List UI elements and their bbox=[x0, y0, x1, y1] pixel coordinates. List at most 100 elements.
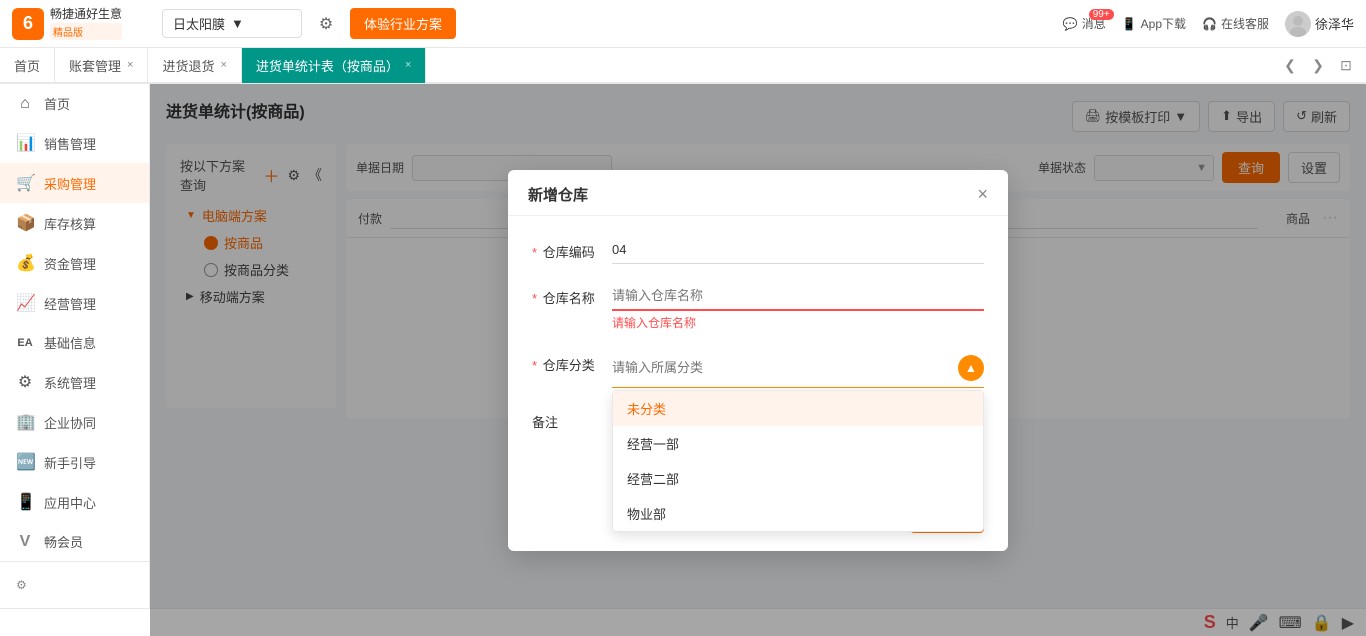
sidebar-label-operation: 经营管理 bbox=[44, 294, 96, 313]
sidebar-label-system: 系统管理 bbox=[44, 373, 96, 392]
enterprise-icon: 🏢 bbox=[16, 412, 34, 432]
online-service[interactable]: 🎧 在线客服 bbox=[1202, 15, 1269, 32]
sidebar-label-newbie: 新手引导 bbox=[44, 453, 96, 472]
tab-next-icon[interactable]: ❯ bbox=[1306, 53, 1330, 77]
phone-icon: 📱 bbox=[1122, 17, 1137, 31]
dropdown-item-0[interactable]: 未分类 bbox=[613, 391, 983, 426]
message-notif[interactable]: 💬 消息 99+ bbox=[1063, 15, 1106, 32]
sidebar-item-system[interactable]: ⚙ 系统管理 bbox=[0, 362, 149, 402]
dropdown-item-2[interactable]: 经营二部 bbox=[613, 461, 983, 496]
sidebar-label-purchase: 采购管理 bbox=[44, 174, 96, 193]
category-dropdown: 未分类 经营一部 经营二部 物业部 bbox=[612, 390, 984, 532]
warehouse-name-error: 请输入仓库名称 bbox=[612, 314, 984, 331]
avatar bbox=[1285, 11, 1311, 37]
logo-badge: 精品版 bbox=[50, 23, 122, 40]
sidebar-label-home: 首页 bbox=[44, 94, 70, 113]
sidebar-item-sales[interactable]: 📊 销售管理 bbox=[0, 123, 149, 163]
modal-dialog: 新增仓库 × * 仓库编码 bbox=[508, 170, 1008, 551]
warehouse-code-control bbox=[612, 236, 984, 264]
warehouse-cat-control: ▲ 未分类 经营一部 经营二部 物业部 bbox=[612, 349, 984, 388]
tab-account[interactable]: 账套管理 × bbox=[55, 47, 148, 83]
sidebar-label-finance: 资金管理 bbox=[44, 254, 96, 273]
settings-bottom-icon: ⚙ bbox=[16, 578, 27, 592]
form-row-code: * 仓库编码 bbox=[532, 236, 984, 264]
basic-icon: EA bbox=[16, 337, 34, 349]
sidebar-label-sales: 销售管理 bbox=[44, 134, 96, 153]
purchase-icon: 🛒 bbox=[16, 173, 34, 193]
sidebar-item-home[interactable]: ⌂ 首页 bbox=[0, 84, 149, 123]
warehouse-name-label: * 仓库名称 bbox=[532, 282, 612, 307]
sidebar-item-member[interactable]: V 畅会员 bbox=[0, 522, 149, 561]
try-industry-button[interactable]: 体验行业方案 bbox=[350, 8, 456, 39]
select-up-arrow-icon[interactable]: ▲ bbox=[958, 355, 984, 381]
sidebar-label-app-center: 应用中心 bbox=[44, 493, 96, 512]
close-icon[interactable]: × bbox=[405, 59, 411, 71]
modal-title: 新增仓库 bbox=[528, 184, 588, 205]
settings-icon[interactable]: ⚙ bbox=[310, 8, 342, 40]
sidebar-item-basic[interactable]: EA 基础信息 bbox=[0, 323, 149, 362]
search-select[interactable]: 日太阳膜 ▼ bbox=[162, 9, 302, 38]
app-download-label: App下载 bbox=[1141, 15, 1186, 32]
chevron-down-icon: ▼ bbox=[231, 16, 244, 31]
note-label: 备注 bbox=[532, 406, 612, 431]
tab-bar: 首页 账套管理 × 进货退货 × 进货单统计表（按商品） × ❮ ❯ ⊡ bbox=[0, 48, 1366, 84]
sidebar-item-newbie[interactable]: 🆕 新手引导 bbox=[0, 442, 149, 482]
modal-header: 新增仓库 × bbox=[508, 170, 1008, 216]
online-service-label: 在线客服 bbox=[1221, 15, 1269, 32]
logo-area: 6 畅捷通好生意 精品版 bbox=[12, 7, 162, 40]
warehouse-cat-label: * 仓库分类 bbox=[532, 349, 612, 374]
logo-name: 畅捷通好生意 bbox=[50, 7, 122, 23]
tab-right-controls: ❮ ❯ ⊡ bbox=[1278, 53, 1366, 77]
tab-prev-icon[interactable]: ❮ bbox=[1278, 53, 1302, 77]
sidebar-item-operation[interactable]: 📈 经营管理 bbox=[0, 283, 149, 323]
warehouse-name-control: 请输入仓库名称 bbox=[612, 282, 984, 331]
content-area: 进货单统计(按商品) 🖨 按模板打印 ▼ ⬆ 导出 ↺ 刷新 bbox=[150, 84, 1366, 636]
sidebar-settings[interactable]: ⚙ bbox=[0, 570, 149, 600]
header-search: 日太阳膜 ▼ ⚙ 体验行业方案 bbox=[162, 8, 1063, 40]
member-icon: V bbox=[16, 533, 34, 551]
sidebar-item-finance[interactable]: 💰 资金管理 bbox=[0, 243, 149, 283]
warehouse-name-input[interactable] bbox=[612, 282, 984, 311]
sidebar-item-enterprise[interactable]: 🏢 企业协同 bbox=[0, 402, 149, 442]
sidebar-item-app-center[interactable]: 📱 应用中心 bbox=[0, 482, 149, 522]
operation-icon: 📈 bbox=[16, 293, 34, 313]
tab-purchase-return[interactable]: 进货退货 × bbox=[148, 47, 241, 83]
search-text: 日太阳膜 bbox=[173, 14, 225, 33]
modal-body: * 仓库编码 * 仓库名称 bbox=[508, 216, 1008, 480]
top-header: 6 畅捷通好生意 精品版 日太阳膜 ▼ ⚙ 体验行业方案 💬 消息 99+ 📱 … bbox=[0, 0, 1366, 48]
app-download[interactable]: 📱 App下载 bbox=[1122, 15, 1186, 32]
dropdown-item-1[interactable]: 经营一部 bbox=[613, 426, 983, 461]
header-right: 💬 消息 99+ 📱 App下载 🎧 在线客服 徐泽华 bbox=[1063, 11, 1354, 37]
warehouse-cat-input[interactable] bbox=[612, 360, 958, 375]
sidebar-label-enterprise: 企业协同 bbox=[44, 413, 96, 432]
message-icon: 💬 bbox=[1063, 17, 1078, 31]
close-icon[interactable]: × bbox=[220, 59, 226, 71]
tab-home[interactable]: 首页 bbox=[0, 47, 55, 83]
newbie-icon: 🆕 bbox=[16, 452, 34, 472]
finance-icon: 💰 bbox=[16, 253, 34, 273]
inventory-icon: 📦 bbox=[16, 213, 34, 233]
tab-expand-icon[interactable]: ⊡ bbox=[1334, 53, 1358, 77]
tab-purchase-stats[interactable]: 进货单统计表（按商品） × bbox=[242, 47, 426, 83]
sidebar-item-inventory[interactable]: 📦 库存核算 bbox=[0, 203, 149, 243]
modal-overlay: 新增仓库 × * 仓库编码 bbox=[150, 84, 1366, 636]
logo-icon: 6 bbox=[12, 8, 44, 40]
warehouse-code-label: * 仓库编码 bbox=[532, 236, 612, 261]
system-icon: ⚙ bbox=[16, 372, 34, 392]
sidebar-label-member: 畅会员 bbox=[44, 532, 83, 551]
home-icon: ⌂ bbox=[16, 95, 34, 113]
headset-icon: 🎧 bbox=[1202, 17, 1217, 31]
user-info[interactable]: 徐泽华 bbox=[1285, 11, 1354, 37]
close-icon[interactable]: × bbox=[127, 59, 133, 71]
sidebar: ⌂ 首页 📊 销售管理 🛒 采购管理 📦 库存核算 💰 资金管理 📈 经营管理 … bbox=[0, 84, 150, 636]
sales-icon: 📊 bbox=[16, 133, 34, 153]
dropdown-item-3[interactable]: 物业部 bbox=[613, 496, 983, 531]
warehouse-code-input[interactable] bbox=[612, 236, 984, 264]
warehouse-cat-select[interactable]: ▲ bbox=[612, 349, 984, 388]
modal-close-button[interactable]: × bbox=[977, 185, 988, 203]
sidebar-label-inventory: 库存核算 bbox=[44, 214, 96, 233]
app-center-icon: 📱 bbox=[16, 492, 34, 512]
main-layout: ⌂ 首页 📊 销售管理 🛒 采购管理 📦 库存核算 💰 资金管理 📈 经营管理 … bbox=[0, 84, 1366, 636]
sidebar-item-purchase[interactable]: 🛒 采购管理 bbox=[0, 163, 149, 203]
form-row-name: * 仓库名称 请输入仓库名称 bbox=[532, 282, 984, 331]
